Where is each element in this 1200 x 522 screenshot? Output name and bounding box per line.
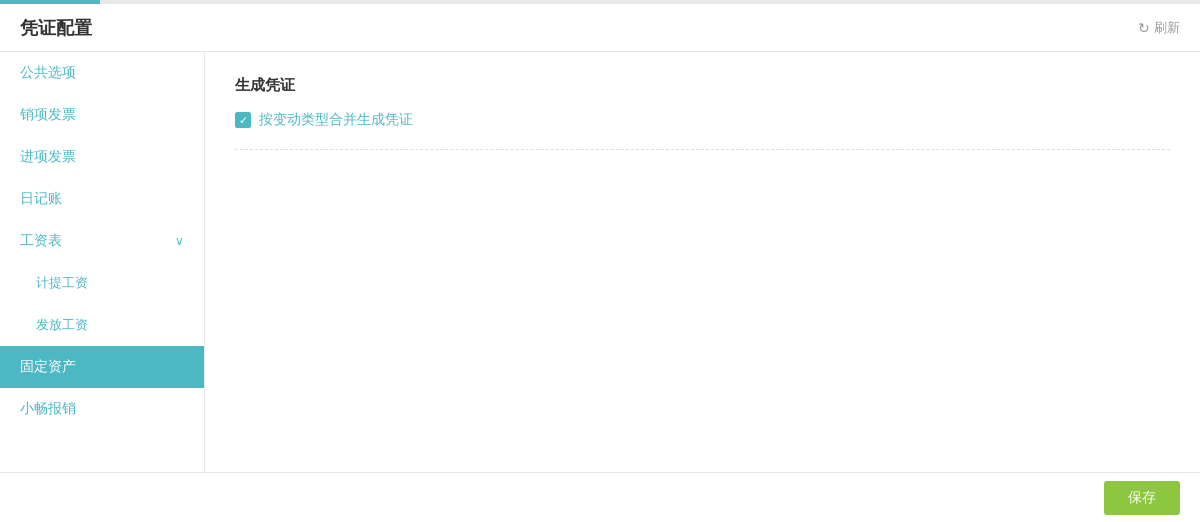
- merge-by-type-checkbox[interactable]: [235, 112, 251, 128]
- refresh-icon: ↻: [1138, 20, 1150, 36]
- sidebar: 公共选项 销项发票 进项发票 日记账 工资表 ∨ 计提工资 发放工资 固定资: [0, 52, 205, 472]
- checkbox-row: 按变动类型合并生成凭证: [235, 111, 1170, 129]
- sidebar-item-purchase-invoice[interactable]: 进项发票: [0, 136, 204, 178]
- sidebar-item-label: 固定资产: [20, 358, 76, 376]
- sidebar-item-payroll-distribution[interactable]: 发放工资: [0, 304, 204, 346]
- header: 凭证配置 ↻ 刷新: [0, 4, 1200, 52]
- sidebar-item-fixed-assets[interactable]: 固定资产: [0, 346, 204, 388]
- footer: 保存: [0, 472, 1200, 522]
- sidebar-item-petty-cash[interactable]: 小畅报销: [0, 388, 204, 430]
- sidebar-item-label: 小畅报销: [20, 400, 76, 418]
- section-divider: [235, 149, 1170, 150]
- refresh-button[interactable]: ↻ 刷新: [1138, 19, 1180, 37]
- sidebar-item-label: 发放工资: [36, 316, 88, 334]
- page-container: 凭证配置 ↻ 刷新 公共选项 销项发票 进项发票 日记账 工资表 ∨: [0, 0, 1200, 522]
- sidebar-item-journal[interactable]: 日记账: [0, 178, 204, 220]
- sidebar-item-public-options[interactable]: 公共选项: [0, 52, 204, 94]
- body: 公共选项 销项发票 进项发票 日记账 工资表 ∨ 计提工资 发放工资 固定资: [0, 52, 1200, 472]
- sidebar-item-label: 公共选项: [20, 64, 76, 82]
- sidebar-item-label: 工资表: [20, 232, 62, 250]
- save-button[interactable]: 保存: [1104, 481, 1180, 515]
- sidebar-item-label: 计提工资: [36, 274, 88, 292]
- sidebar-item-payroll-table[interactable]: 工资表 ∨: [0, 220, 204, 262]
- sidebar-item-label: 进项发票: [20, 148, 76, 166]
- refresh-label: 刷新: [1154, 19, 1180, 37]
- top-tab-bar-active: [0, 0, 100, 4]
- checkbox-label[interactable]: 按变动类型合并生成凭证: [259, 111, 413, 129]
- top-tab-bar: [0, 0, 1200, 4]
- sidebar-item-label: 销项发票: [20, 106, 76, 124]
- main-content: 生成凭证 按变动类型合并生成凭证: [205, 52, 1200, 472]
- sidebar-item-payroll-provision[interactable]: 计提工资: [0, 262, 204, 304]
- sidebar-item-sales-invoice[interactable]: 销项发票: [0, 94, 204, 136]
- sidebar-item-label: 日记账: [20, 190, 62, 208]
- page-title: 凭证配置: [20, 16, 92, 40]
- section-title: 生成凭证: [235, 76, 1170, 95]
- chevron-down-icon: ∨: [175, 234, 184, 248]
